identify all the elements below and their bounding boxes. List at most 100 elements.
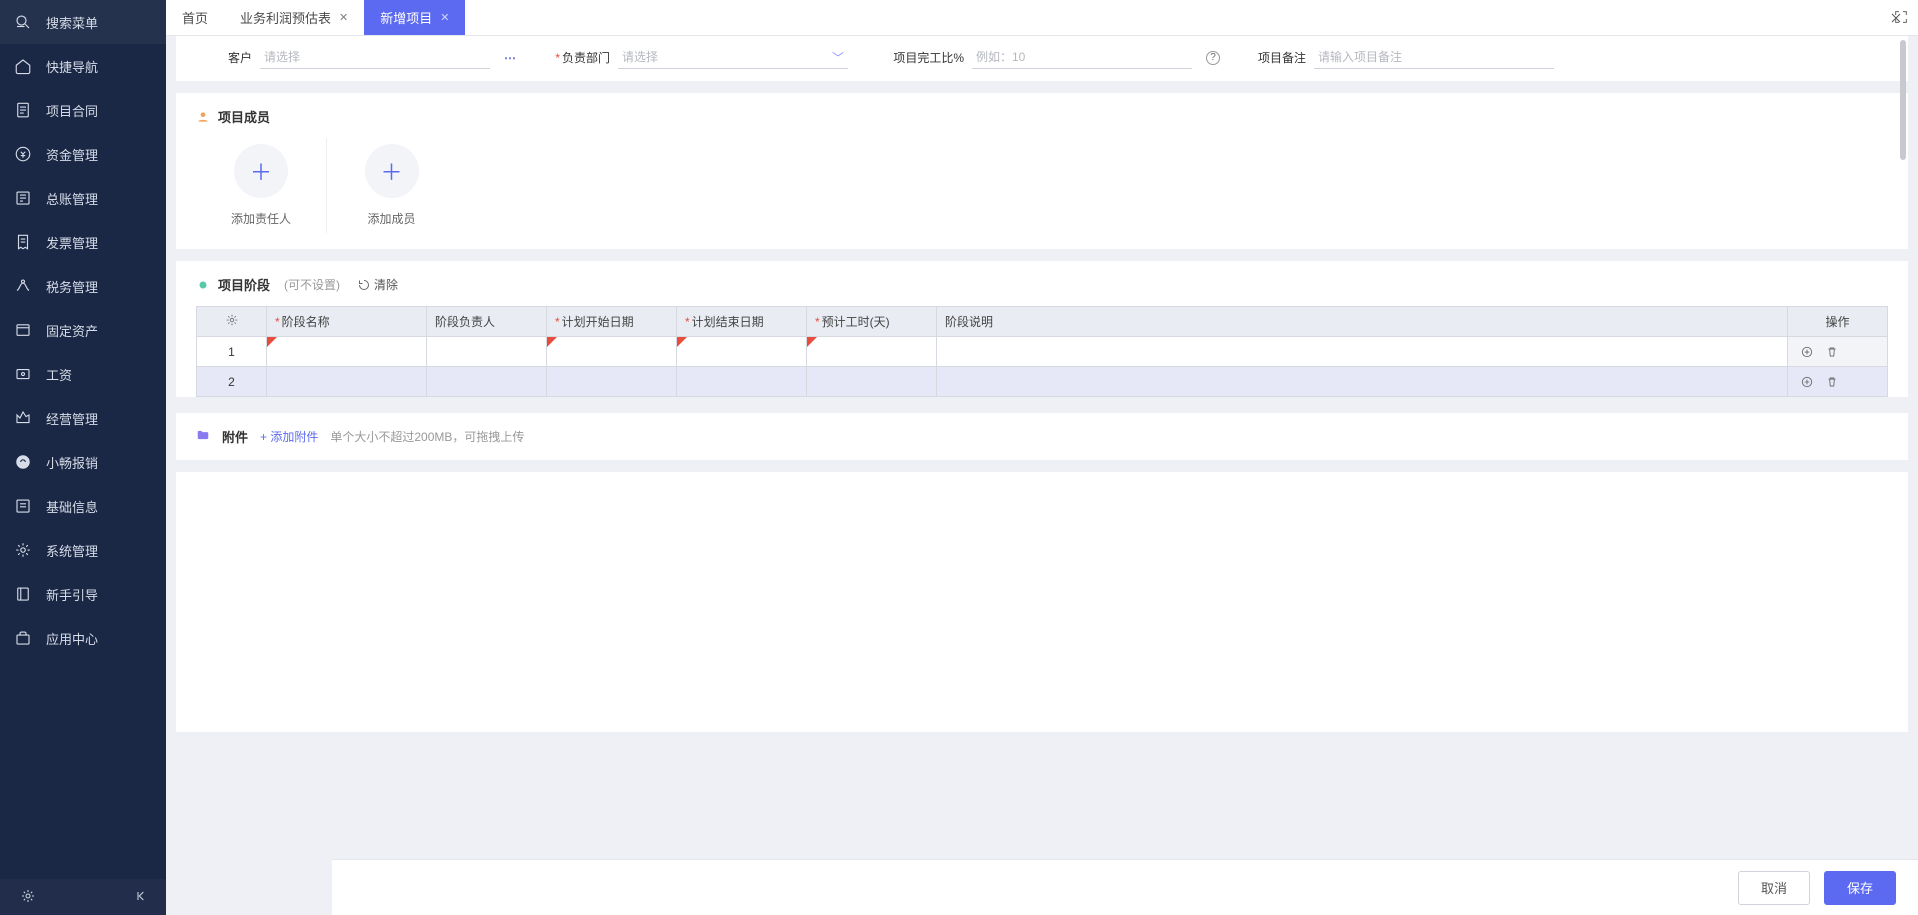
collapse-icon[interactable] [134, 888, 150, 907]
sidebar-item-info[interactable]: 基础信息 [0, 484, 166, 528]
tax-icon [14, 277, 32, 295]
salary-icon [14, 365, 32, 383]
tab-home[interactable]: 首页 [166, 0, 224, 35]
settings-icon[interactable] [20, 888, 36, 907]
col-start: *计划开始日期 [547, 307, 677, 337]
tab-new-project[interactable]: 新增项目 ✕ [364, 0, 465, 35]
sidebar-item-invoice[interactable]: 发票管理 [0, 220, 166, 264]
sidebar-item-system[interactable]: 系统管理 [0, 528, 166, 572]
cell-stage-name[interactable] [267, 367, 427, 397]
cell-stage-owner[interactable] [427, 367, 547, 397]
title-hint: (可不设置) [284, 276, 340, 293]
tab-label: 新增项目 [380, 8, 432, 27]
sidebar-item-label: 快捷导航 [46, 57, 98, 76]
table-row: 1 [197, 337, 1888, 367]
table-header-row: *阶段名称 阶段负责人 *计划开始日期 *计划结束日期 *预计工时(天) 阶段说… [197, 307, 1888, 337]
fullscreen-icon[interactable] [1890, 6, 1912, 28]
sidebar-item-label: 税务管理 [46, 277, 98, 296]
sidebar-item-reimb[interactable]: 小畅报销 [0, 440, 166, 484]
tab-label: 业务利润预估表 [240, 8, 331, 27]
add-owner-label: 添加责任人 [231, 210, 291, 227]
cell-stage-name[interactable] [267, 337, 427, 367]
add-owner-button[interactable]: ＋ [234, 144, 288, 198]
sidebar-item-guide[interactable]: 新手引导 [0, 572, 166, 616]
add-member-label: 添加成员 [367, 210, 415, 227]
search-icon [14, 13, 32, 31]
add-member-button[interactable]: ＋ [365, 144, 419, 198]
add-attachment-button[interactable]: + 添加附件 [260, 428, 318, 445]
chevron-down-icon[interactable]: ﹀ [832, 49, 844, 66]
blank-area [176, 472, 1908, 732]
col-stage-owner: 阶段负责人 [427, 307, 547, 337]
cell-end[interactable] [677, 367, 807, 397]
stages-icon [196, 278, 210, 292]
field-customer: 客户 ⋯ [196, 46, 524, 69]
sidebar-item-label: 资金管理 [46, 145, 98, 164]
completion-input[interactable] [972, 46, 1192, 69]
save-button[interactable]: 保存 [1824, 871, 1896, 905]
clear-stages-button[interactable]: 清除 [358, 276, 398, 293]
label-completion: 项目完工比% [878, 49, 964, 66]
panel-stages: 项目阶段 (可不设置) 清除 *阶段名称 阶段负责人 *计划开始日期 *计划结束… [176, 261, 1908, 397]
panel-attachments: 附件 + 添加附件 单个大小不超过200MB，可拖拽上传 [176, 413, 1908, 460]
cell-hours[interactable] [807, 337, 937, 367]
add-row-icon[interactable] [1796, 374, 1818, 388]
cell-desc[interactable] [937, 367, 1788, 397]
cell-end[interactable] [677, 337, 807, 367]
help-icon[interactable]: ? [1206, 51, 1220, 65]
cancel-button[interactable]: 取消 [1738, 871, 1810, 905]
cell-start[interactable] [547, 337, 677, 367]
col-stage-name: *阶段名称 [267, 307, 427, 337]
sidebar-item-label: 固定资产 [46, 321, 98, 340]
delete-row-icon[interactable] [1821, 344, 1843, 358]
sidebar-item-label: 应用中心 [46, 629, 98, 648]
cell-start[interactable] [547, 367, 677, 397]
sidebar-item-project-contract[interactable]: 项目合同 [0, 88, 166, 132]
sidebar-item-salary[interactable]: 工资 [0, 352, 166, 396]
content-scroll[interactable]: 客户 ⋯ *负责部门 ﹀ 项目完工比% ? 项目备注 [166, 36, 1918, 915]
row-index: 1 [197, 337, 267, 367]
more-icon[interactable]: ⋯ [498, 51, 524, 65]
sidebar-item-ledger[interactable]: 总账管理 [0, 176, 166, 220]
money-icon [14, 145, 32, 163]
sidebar-item-label: 工资 [46, 365, 72, 384]
sidebar-item-label: 系统管理 [46, 541, 98, 560]
sidebar-item-apps[interactable]: 应用中心 [0, 616, 166, 660]
col-desc: 阶段说明 [937, 307, 1788, 337]
sidebar-item-fund[interactable]: 资金管理 [0, 132, 166, 176]
col-ops: 操作 [1788, 307, 1888, 337]
sidebar-item-asset[interactable]: 固定资产 [0, 308, 166, 352]
tab-bar: 首页 业务利润预估表 ✕ 新增项目 ✕ [166, 0, 1918, 36]
reimb-icon [14, 453, 32, 471]
department-select[interactable] [618, 46, 848, 69]
customer-select[interactable] [260, 46, 490, 69]
remark-input[interactable] [1314, 46, 1554, 69]
title-text: 项目阶段 [218, 275, 270, 294]
info-icon [14, 497, 32, 515]
sidebar-item-label: 项目合同 [46, 101, 98, 120]
footer: 取消 保存 [332, 859, 1918, 915]
section-title-stages: 项目阶段 (可不设置) 清除 [176, 261, 1908, 306]
close-icon[interactable]: ✕ [339, 11, 348, 24]
delete-row-icon[interactable] [1821, 374, 1843, 388]
col-end: *计划结束日期 [677, 307, 807, 337]
sidebar-item-biz[interactable]: 经营管理 [0, 396, 166, 440]
label-department: *负责部门 [554, 49, 610, 66]
tab-profit-estimate[interactable]: 业务利润预估表 ✕ [224, 0, 364, 35]
cell-hours[interactable] [807, 367, 937, 397]
add-row-icon[interactable] [1796, 344, 1818, 358]
panel-members: 项目成员 ＋ 添加责任人 ＋ 添加成员 [176, 93, 1908, 249]
sidebar-item-search[interactable]: 搜索菜单 [0, 0, 166, 44]
sidebar-item-label: 新手引导 [46, 585, 98, 604]
scrollbar[interactable] [1900, 40, 1906, 855]
cell-desc[interactable] [937, 337, 1788, 367]
table-settings-button[interactable] [197, 307, 267, 337]
row-index: 2 [197, 367, 267, 397]
sidebar-item-tax[interactable]: 税务管理 [0, 264, 166, 308]
doc-icon [14, 101, 32, 119]
cell-stage-owner[interactable] [427, 337, 547, 367]
sidebar-item-label: 发票管理 [46, 233, 98, 252]
close-icon[interactable]: ✕ [440, 11, 449, 24]
main: 首页 业务利润预估表 ✕ 新增项目 ✕ 客户 ⋯ *负责部门 [166, 0, 1918, 915]
sidebar-item-quicknav[interactable]: 快捷导航 [0, 44, 166, 88]
